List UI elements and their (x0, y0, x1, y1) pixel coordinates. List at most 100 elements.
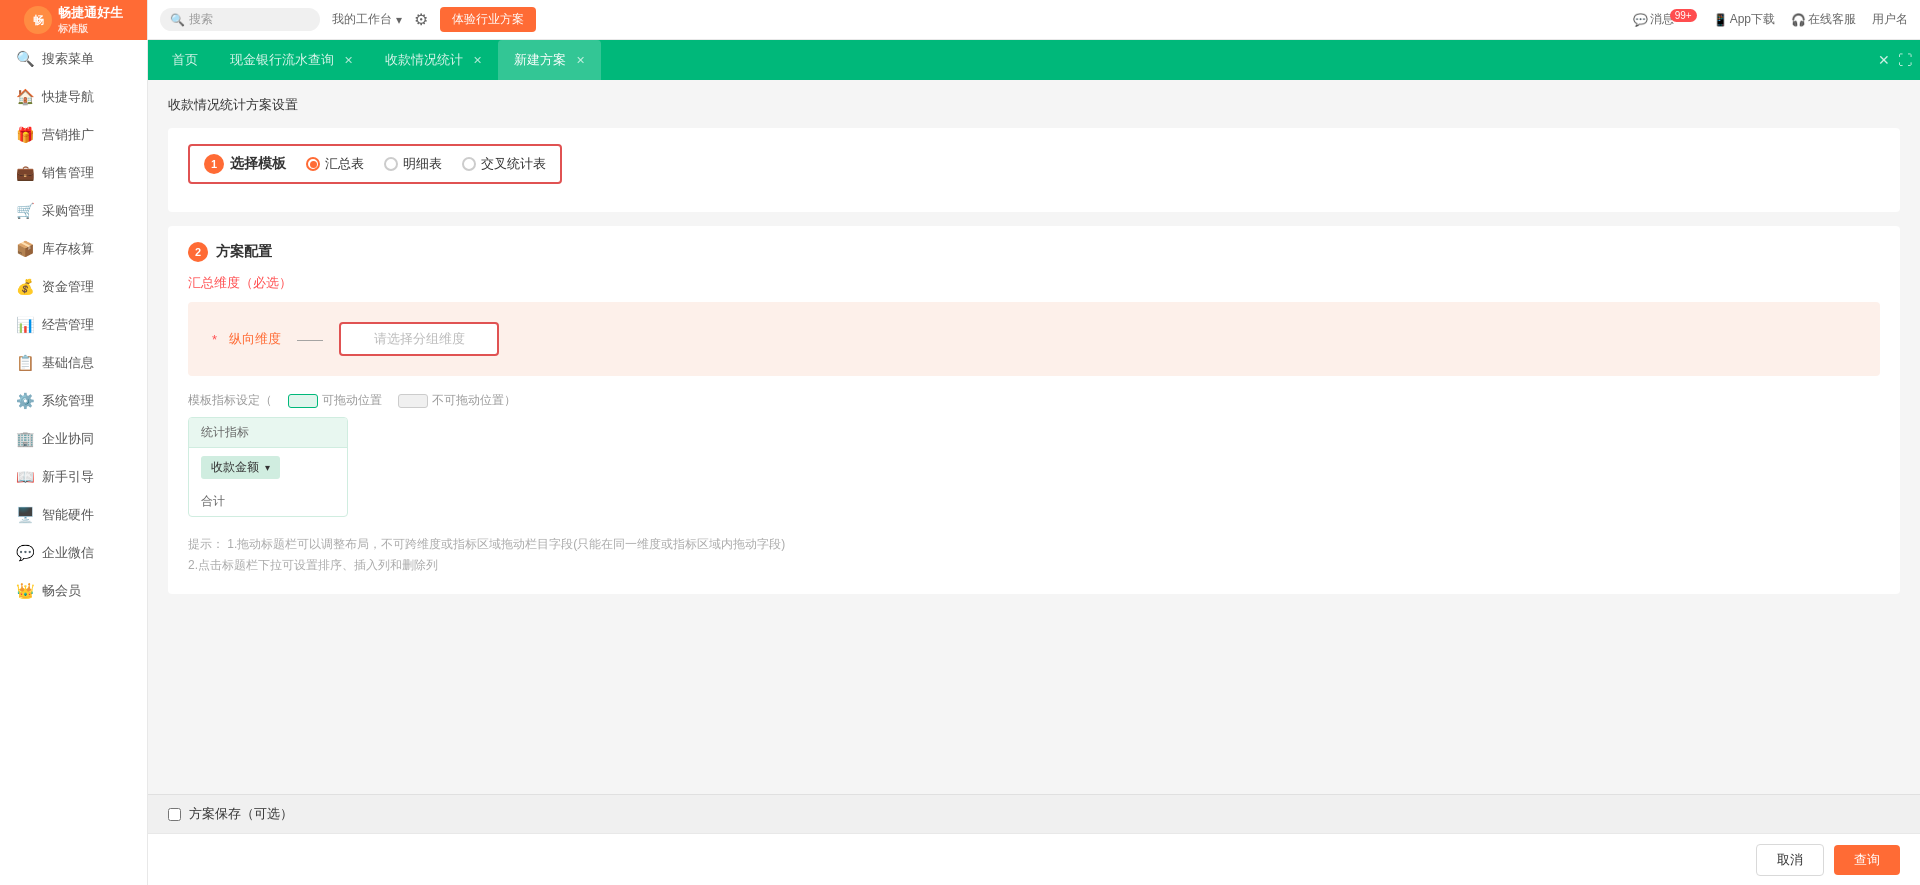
indicator-section: 模板指标设定（ 可拖动位置 不可拖动位置） 统计指标 (188, 392, 1880, 520)
sidebar-item-system[interactable]: ⚙️系统管理 (0, 382, 147, 420)
finance-icon: 💰 (16, 278, 34, 296)
sidebar-subtitle: 标准版 (58, 22, 123, 36)
online-service-btn[interactable]: 🎧 在线客服 (1791, 11, 1856, 28)
tab-bank-flow-close[interactable]: ✕ (344, 54, 353, 67)
sidebar-header: 畅 畅捷通好生 标准版 (0, 0, 147, 40)
corp-coop-icon: 🏢 (16, 430, 34, 448)
corp-wechat-icon: 💬 (16, 544, 34, 562)
sidebar-item-guide[interactable]: 📖新手引导 (0, 458, 147, 496)
action-bar: 取消 查询 (148, 833, 1920, 885)
stats-tag-item[interactable]: 收款金额 ▾ (201, 456, 280, 479)
industry-btn[interactable]: 体验行业方案 (440, 7, 536, 32)
sidebar-item-search-menu[interactable]: 🔍 搜索菜单 (0, 40, 147, 78)
search-menu-icon: 🔍 (16, 50, 34, 68)
step2-label: 方案配置 (216, 243, 272, 261)
page-content-wrapper: 收款情况统计方案设置 1 选择模板 汇总表 (148, 80, 1920, 885)
tag-dropdown-icon: ▾ (265, 462, 270, 473)
stats-tag-row: 收款金额 ▾ (189, 448, 347, 487)
sidebar-item-inventory[interactable]: 📦库存核算 (0, 230, 147, 268)
sidebar-label-corp-coop: 企业协同 (42, 430, 94, 448)
radio-summary[interactable]: 汇总表 (306, 155, 364, 173)
sidebar-item-purchase[interactable]: 🛒 采购管理 (0, 192, 147, 230)
inventory-icon: 📦 (16, 240, 34, 258)
indicator-label-text: 模板指标设定（ (188, 392, 272, 409)
sidebar-label-operation: 经营管理 (42, 316, 94, 334)
sidebar-label-corp-wechat: 企业微信 (42, 544, 94, 562)
sidebar-label-purchase: 采购管理 (42, 202, 94, 220)
sidebar-item-finance[interactable]: 💰 资金管理 (0, 268, 147, 306)
radio-detail[interactable]: 明细表 (384, 155, 442, 173)
required-asterisk: * (212, 332, 217, 347)
tab-collection-stat[interactable]: 收款情况统计 ✕ (369, 40, 498, 80)
gear-icon[interactable]: ⚙ (414, 10, 428, 29)
draggable-hint-box (288, 394, 318, 408)
sidebar-label-finance: 资金管理 (42, 278, 94, 296)
template-select-area: 1 选择模板 汇总表 明细表 (188, 144, 562, 184)
sidebar-item-quick-nav[interactable]: 🏠快捷导航 (0, 78, 147, 116)
tab-new-plan[interactable]: 新建方案 ✕ (498, 40, 601, 80)
query-button[interactable]: 查询 (1834, 845, 1900, 875)
save-plan-label: 方案保存（可选） (189, 805, 293, 823)
sidebar-item-corp-wechat[interactable]: 💬 企业微信 (0, 534, 147, 572)
message-icon: 💬 (1633, 13, 1648, 27)
app-download-btn[interactable]: 📱 App下载 (1713, 11, 1775, 28)
sidebar-label-marketing: 营销推广 (42, 126, 94, 144)
sidebar-item-operation[interactable]: 📊经营管理 (0, 306, 147, 344)
purchase-icon: 🛒 (16, 202, 34, 220)
radio-summary-circle (306, 157, 320, 171)
save-plan-checkbox[interactable] (168, 808, 181, 821)
template-radio-group: 汇总表 明细表 交叉统计表 (306, 155, 546, 173)
service-icon: 🎧 (1791, 13, 1806, 27)
sidebar-item-base-info[interactable]: 📋基础信息 (0, 344, 147, 382)
member-icon: 👑 (16, 582, 34, 600)
tab-bank-flow[interactable]: 现金银行流水查询 ✕ (214, 40, 369, 80)
dim-arrow: —— (297, 332, 323, 347)
tab-collection-close[interactable]: ✕ (473, 54, 482, 67)
tips-area: 提示： 1.拖动标题栏可以调整布局，不可跨维度或指标区域拖动栏目字段(只能在同一… (188, 536, 1880, 574)
expand-tab-btn[interactable]: ⛶ (1898, 52, 1912, 68)
close-tab-btn[interactable]: ✕ (1878, 52, 1890, 68)
smart-hw-icon: 🖥️ (16, 506, 34, 524)
tabs-bar: 首页 现金银行流水查询 ✕ 收款情况统计 ✕ 新建方案 ✕ ✕ ⛶ (148, 40, 1920, 80)
topbar-search-box[interactable]: 🔍 搜索 (160, 8, 320, 31)
sidebar-item-sales[interactable]: 💼销售管理 (0, 154, 147, 192)
hint-non-draggable: 不可拖动位置） (398, 392, 516, 409)
cancel-button[interactable]: 取消 (1756, 844, 1824, 876)
topbar-actions: 💬 消息 99+ 📱 App下载 🎧 在线客服 用户名 (1633, 11, 1908, 28)
workspace-dropdown[interactable]: 我的工作台 ▾ (332, 11, 402, 28)
sidebar-label-quick-nav: 快捷导航 (42, 88, 94, 106)
sales-icon: 💼 (16, 164, 34, 182)
sidebar-item-member[interactable]: 👑畅会员 (0, 572, 147, 610)
tip-1: 提示： 1.拖动标题栏可以调整布局，不可跨维度或指标区域拖动栏目字段(只能在同一… (188, 536, 1880, 553)
stats-header: 统计指标 (189, 418, 347, 448)
radio-cross[interactable]: 交叉统计表 (462, 155, 546, 173)
sidebar-label-search-menu: 搜索菜单 (42, 50, 94, 68)
sidebar-item-corp-coop[interactable]: 🏢 企业协同 (0, 420, 147, 458)
step2-num: 2 (188, 242, 208, 262)
dim-area: * 纵向维度 —— 请选择分组维度 (188, 302, 1880, 376)
tab-new-plan-close[interactable]: ✕ (576, 54, 585, 67)
chevron-down-icon: ▾ (396, 13, 402, 27)
user-name[interactable]: 用户名 (1872, 11, 1908, 28)
page-content: 收款情况统计方案设置 1 选择模板 汇总表 (148, 80, 1920, 794)
sidebar-logo: 畅 (24, 6, 52, 34)
marketing-icon: 🎁 (16, 126, 34, 144)
dim-section: 汇总维度（必选） * 纵向维度 —— 请选择分组维度 (188, 274, 1880, 376)
dim-select-box[interactable]: 请选择分组维度 (339, 322, 499, 356)
stats-table: 统计指标 收款金额 ▾ 合计 (188, 417, 348, 517)
sidebar: 畅 畅捷通好生 标准版 🔍 搜索菜单 🏠快捷导航 🎁 营销推广 💼销售管理 🛒 采购管理 📦库存… (0, 0, 148, 885)
stats-total-row: 合计 (189, 487, 347, 516)
sidebar-item-smart-hw[interactable]: 🖥️ 智能硬件 (0, 496, 147, 534)
sidebar-title: 畅捷通好生 (58, 4, 123, 22)
radio-cross-circle (462, 157, 476, 171)
workspace-label: 我的工作台 (332, 11, 392, 28)
sidebar-label-smart-hw: 智能硬件 (42, 506, 94, 524)
page-title: 收款情况统计方案设置 (168, 96, 1900, 114)
main-area: 🔍 搜索 我的工作台 ▾ ⚙ 体验行业方案 💬 消息 99+ 📱 App下载 🎧… (148, 0, 1920, 885)
message-btn[interactable]: 💬 消息 99+ (1633, 11, 1697, 28)
sidebar-label-base-info: 基础信息 (42, 354, 94, 372)
dim-title: 汇总维度（必选） (188, 274, 1880, 292)
sidebar-item-marketing[interactable]: 🎁 营销推广 (0, 116, 147, 154)
tab-home[interactable]: 首页 (156, 40, 214, 80)
step1-num-label: 1 选择模板 (204, 154, 286, 174)
